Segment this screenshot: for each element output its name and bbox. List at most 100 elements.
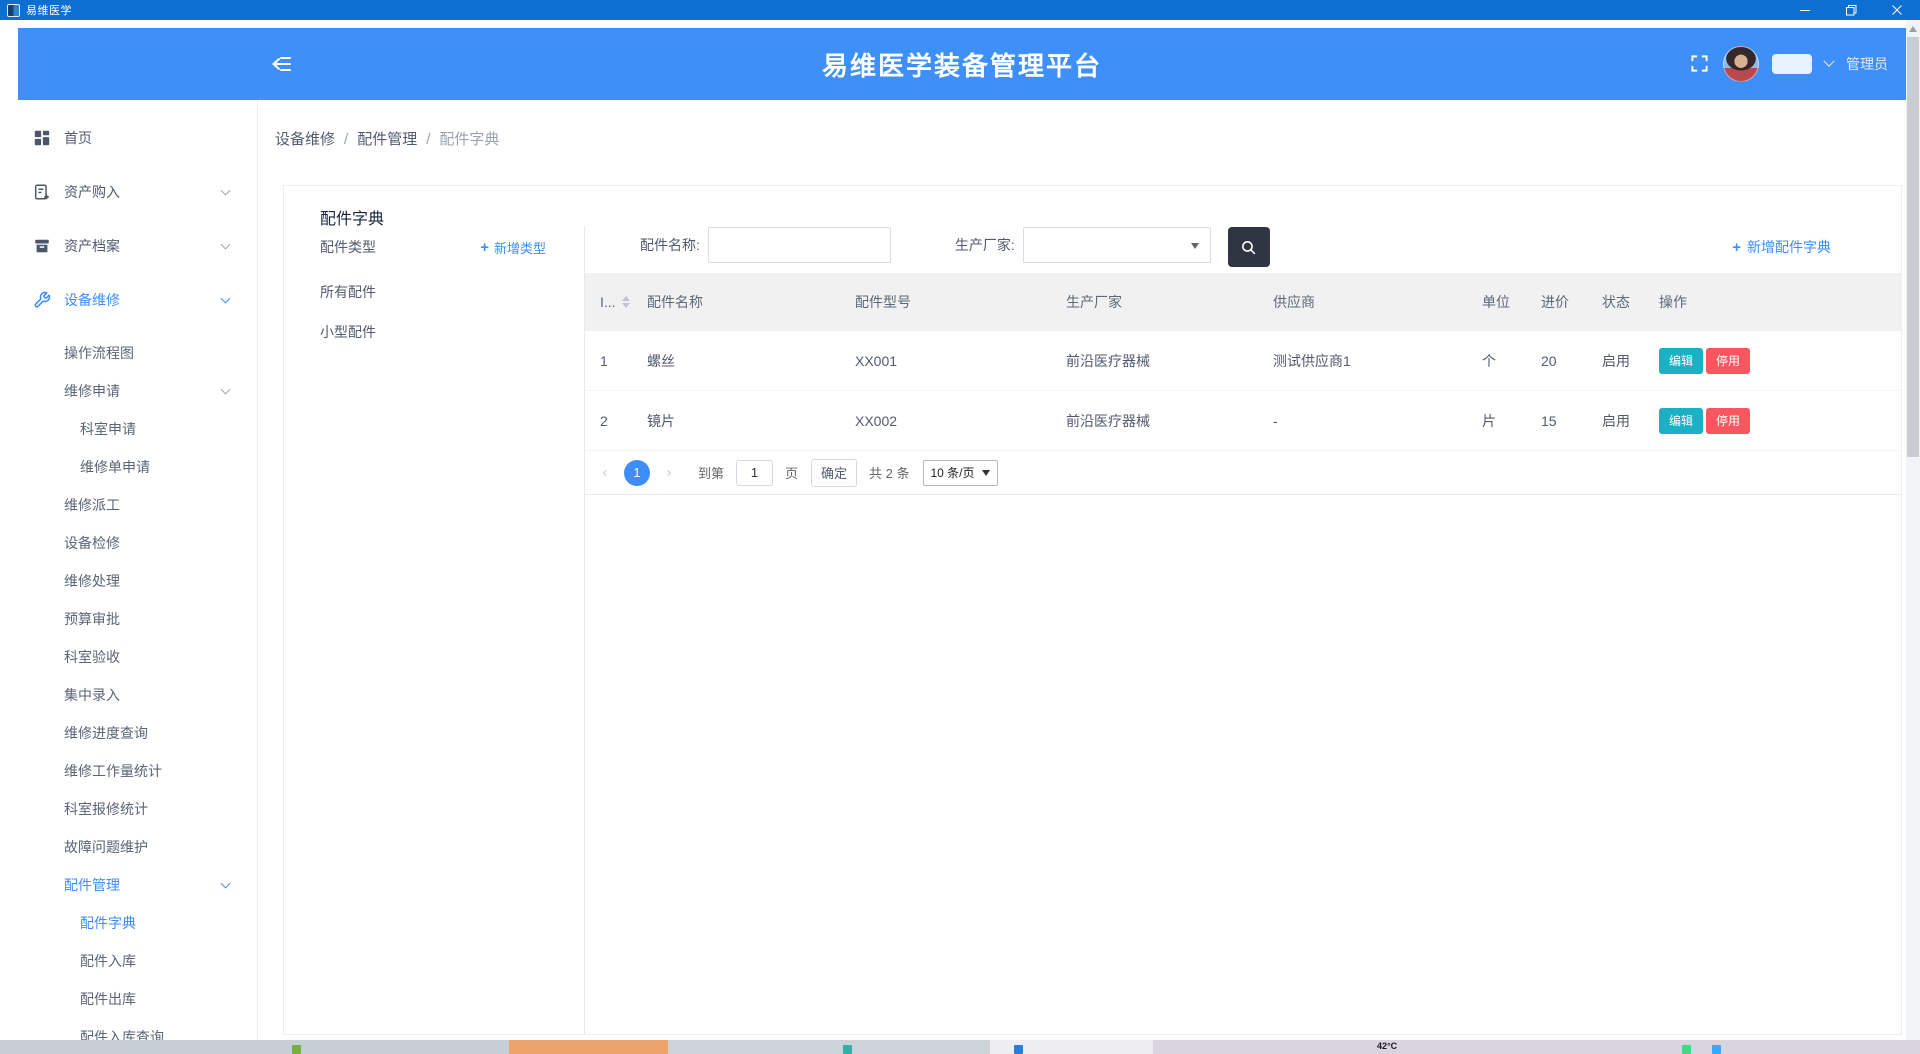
cell-unit: 个 [1482,352,1496,369]
sidebar-item[interactable]: 集中录入 [0,676,257,714]
os-titlebar: 易维医学 [0,0,1920,20]
sidebar-item-label: 设备检修 [64,535,120,551]
part-name-input[interactable] [707,227,891,263]
cell-status: 启用 [1602,352,1630,369]
taskbar-app-icon[interactable] [1712,1045,1721,1054]
taskbar-app-icon[interactable] [1682,1045,1691,1054]
breadcrumb-item[interactable]: 设备维修 [275,131,335,148]
sidebar-item-label: 配件字典 [80,915,136,931]
chevron-down-icon [220,185,231,196]
taskbar-active-app[interactable] [509,1040,668,1054]
cell-price: 15 [1541,412,1557,429]
table-area: 配件名称: 生产厂家: + 新增配件字典 I... 配件名称 配件型号 生产厂家… [584,226,1901,1034]
cell-actions: 编辑 停用 [1659,407,1901,434]
search-button[interactable] [1227,227,1270,267]
column-header: 生产厂家 [1066,294,1122,310]
sidebar-item[interactable]: 维修单申请 [0,448,257,486]
add-type-button[interactable]: + 新增类型 [480,238,546,257]
sidebar-item[interactable]: 科室申请 [0,410,257,448]
main-content: 设备维修 / 配件管理 / 配件字典 配件字典 配件类型 + 新增类型 所有配件 小型配件 [258,100,1906,1040]
goto-page-input[interactable] [736,459,774,486]
asset-purchase-icon [33,183,51,201]
page-size-select[interactable]: 10 条/页 [922,459,998,486]
page-number-button[interactable]: 1 [624,459,650,486]
taskbar-app-icon[interactable] [843,1045,852,1054]
sidebar-item[interactable]: 配件入库 [0,942,257,980]
close-button[interactable] [1874,0,1920,20]
sidebar-item[interactable]: 首页 [0,111,257,165]
taskbar-app-icon[interactable] [1014,1045,1023,1054]
taskbar-segment [1153,1040,1920,1054]
panel-title: 配件字典 [320,211,385,228]
sidebar-item[interactable]: 资产购入 [0,165,257,219]
cell-actions: 编辑 停用 [1659,347,1901,374]
column-header: 状态 [1602,294,1630,310]
sidebar-item[interactable]: 设备检修 [0,524,257,562]
sidebar-item[interactable]: 故障问题维护 [0,828,257,866]
sidebar-item[interactable]: 科室报修统计 [0,790,257,828]
page-scrollbar[interactable] [1906,20,1920,1040]
manufacturer-label: 生产厂家: [954,237,1015,253]
manufacturer-select[interactable] [1022,227,1211,263]
sidebar-item-label: 配件出库 [80,991,136,1007]
sidebar-item[interactable]: 配件管理 [0,866,257,904]
cell-manufacturer: 前沿医疗器械 [1066,412,1150,429]
taskbar-segment [0,1040,509,1054]
add-dictionary-button[interactable]: + 新增配件字典 [1732,227,1831,267]
cell-name: 镜片 [647,412,675,429]
search-icon [1242,240,1256,254]
edit-button[interactable]: 编辑 [1659,407,1704,434]
minimize-icon [1800,10,1810,11]
sidebar-item[interactable]: 维修进度查询 [0,714,257,752]
scrollbar-thumb[interactable] [1907,37,1919,457]
cell-unit: 片 [1482,412,1496,429]
part-name-label: 配件名称: [640,237,700,253]
sidebar-item[interactable]: 维修工作量统计 [0,752,257,790]
asset-archive-icon [33,237,51,255]
prev-page-button[interactable]: ‹ [594,464,616,481]
minimize-button[interactable] [1782,0,1828,20]
disable-button[interactable]: 停用 [1706,407,1751,434]
page-unit-label: 页 [785,466,799,481]
sidebar-item-label: 配件管理 [64,877,120,893]
breadcrumb-item[interactable]: 配件管理 [357,131,417,148]
restore-button[interactable] [1828,0,1874,20]
cell-model: XX002 [855,412,898,429]
sidebar-item[interactable]: 维修派工 [0,486,257,524]
breadcrumb-separator: / [344,131,349,148]
page-size-value: 10 条/页 [930,466,975,480]
breadcrumb: 设备维修 / 配件管理 / 配件字典 [258,100,1906,149]
sidebar-item[interactable]: 维修处理 [0,562,257,600]
table-row: 1 螺丝 XX001 前沿医疗器械 测试供应商1 个 20 启用 编辑 停用 [585,331,1901,391]
sidebar-item[interactable]: 科室验收 [0,638,257,676]
sidebar-item-label: 配件入库查询 [80,1029,164,1040]
scrollbar-up-arrow-icon[interactable] [1909,26,1917,32]
home-icon [33,129,51,147]
parts-dictionary-panel: 配件字典 配件类型 + 新增类型 所有配件 小型配件 配件名称: 生产厂家: +… [283,185,1902,1035]
next-page-button[interactable]: › [658,464,680,481]
restore-icon [1845,4,1856,15]
sidebar-item[interactable]: 配件入库查询 [0,1018,257,1040]
add-dictionary-label: 新增配件字典 [1747,239,1831,255]
chevron-down-icon [220,878,231,889]
os-taskbar[interactable]: 42°C [0,1040,1920,1054]
cell-id: 2 [600,412,608,429]
sidebar-item[interactable]: 配件出库 [0,980,257,1018]
taskbar-app-icon[interactable] [292,1045,301,1054]
tree-item[interactable]: 小型配件 [320,322,584,342]
app-logo-icon [7,3,20,17]
sidebar-item[interactable]: 预算审批 [0,600,257,638]
sidebar-item-label: 设备维修 [64,292,120,308]
sidebar-item[interactable]: 配件字典 [0,904,257,942]
column-header: 配件名称 [647,294,703,310]
breadcrumb-separator: / [426,131,431,148]
tree-item[interactable]: 所有配件 [320,282,584,302]
sidebar-item[interactable]: 操作流程图 [0,334,257,372]
edit-button[interactable]: 编辑 [1659,347,1704,374]
sidebar-item[interactable]: 维修申请 [0,372,257,410]
sort-icon[interactable] [621,296,630,308]
disable-button[interactable]: 停用 [1706,347,1751,374]
sidebar-item[interactable]: 资产档案 [0,219,257,273]
confirm-button[interactable]: 确定 [811,458,858,487]
sidebar-item[interactable]: 设备维修 [0,273,257,327]
